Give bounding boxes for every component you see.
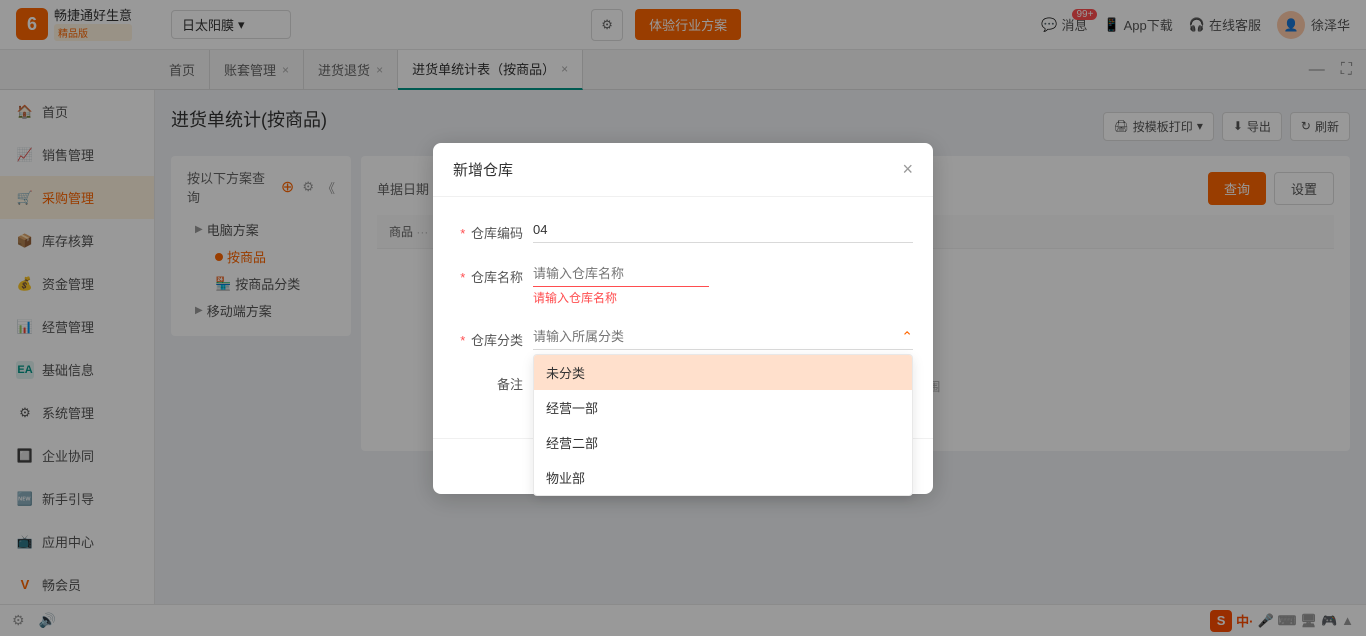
category-chevron-up-icon[interactable]: ⌃ [901,328,913,345]
modal-title: 新增仓库 [453,159,513,180]
modal-new-warehouse: 新增仓库 × * 仓库编码 * 仓库名称 [433,143,933,494]
dropdown-option-dept1[interactable]: 经营一部 [534,390,912,425]
dropdown-option-uncategorized[interactable]: 未分类 [534,355,912,390]
category-input[interactable] [533,324,913,350]
code-input[interactable] [533,217,913,243]
category-dropdown[interactable]: ⌃ 未分类 经营一部 经营二部 物业部 [533,324,913,350]
name-input[interactable] [533,261,709,287]
dropdown-option-dept3[interactable]: 物业部 [534,460,912,495]
form-row-code: * 仓库编码 [453,217,913,243]
modal-header: 新增仓库 × [433,143,933,197]
category-dropdown-menu: 未分类 经营一部 经营二部 物业部 [533,354,913,496]
category-label: * 仓库分类 [453,324,533,349]
required-star-category: * [460,333,465,348]
form-row-name: * 仓库名称 请输入仓库名称 [453,261,913,306]
modal-close-button[interactable]: × [902,159,913,180]
modal-body: * 仓库编码 * 仓库名称 请输入仓库名称 [433,197,933,438]
required-star-name: * [460,270,465,285]
required-star-code: * [460,226,465,241]
name-label: * 仓库名称 [453,261,533,286]
code-label: * 仓库编码 [453,217,533,242]
modal-overlay: 新增仓库 × * 仓库编码 * 仓库名称 [0,0,1366,636]
form-row-category: * 仓库分类 ⌃ 未分类 经营一部 经营二部 物业部 [453,324,913,350]
name-error-msg: 请输入仓库名称 [533,289,913,306]
dropdown-option-dept2[interactable]: 经营二部 [534,425,912,460]
note-label: 备注 [453,368,533,393]
